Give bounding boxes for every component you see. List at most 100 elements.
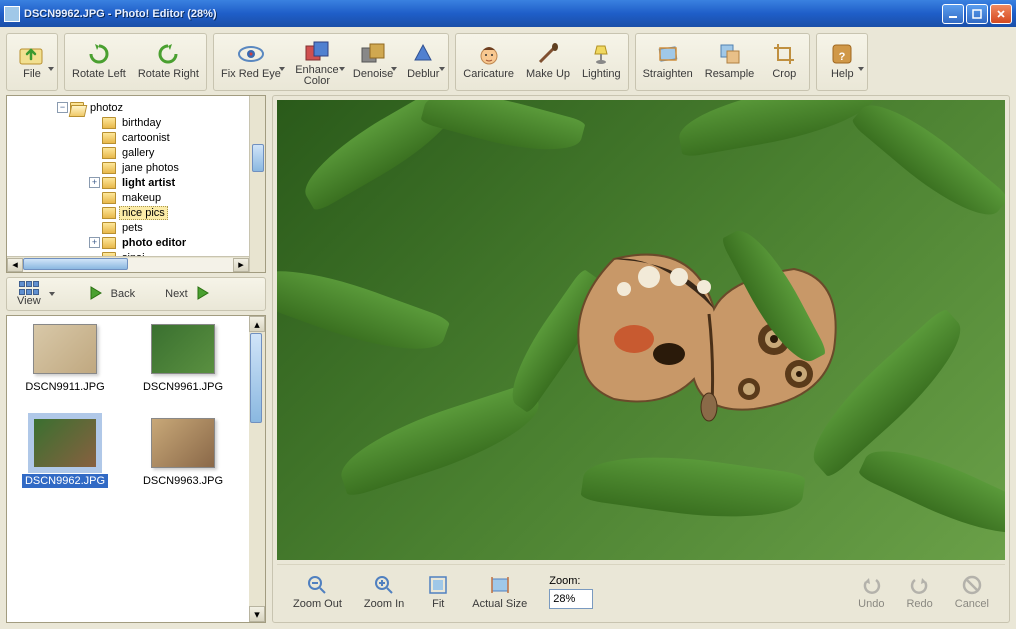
help-button[interactable]: ? Help — [818, 35, 866, 89]
tree-item-label: makeup — [119, 191, 164, 205]
next-label: Next — [165, 288, 188, 300]
tree-expand-icon[interactable]: + — [89, 177, 100, 188]
face-icon — [474, 39, 504, 69]
tree-expand-icon[interactable]: + — [89, 237, 100, 248]
tree-item[interactable]: birthday — [9, 115, 263, 130]
scroll-right-icon[interactable]: ▸ — [233, 258, 249, 272]
redo-button[interactable]: Redo — [900, 571, 938, 612]
folder-icon — [102, 177, 116, 189]
thumbnail-item[interactable]: DSCN9962.JPG — [15, 418, 115, 488]
folder-open-icon — [70, 102, 84, 114]
crop-icon — [769, 39, 799, 69]
thumbnail-nav-bar: View Back Next — [6, 277, 266, 311]
rotate-right-button[interactable]: Rotate Right — [132, 35, 205, 89]
tree-item[interactable]: +light artist — [9, 175, 263, 190]
thumbnail-name: DSCN9963.JPG — [140, 474, 226, 488]
thumbnails-scrollbar[interactable]: ▴ ▾ — [249, 316, 265, 622]
close-button[interactable] — [990, 4, 1012, 24]
tree-item[interactable]: pets — [9, 220, 263, 235]
folder-tree[interactable]: − photoz birthdaycartoonistgalleryjane p… — [6, 95, 266, 273]
app-icon — [4, 6, 20, 22]
make-up-button[interactable]: Make Up — [520, 35, 576, 89]
tree-item[interactable]: +photo editor — [9, 235, 263, 250]
tree-item[interactable]: jane photos — [9, 160, 263, 175]
folder-up-icon — [17, 39, 47, 69]
maximize-button[interactable] — [966, 4, 988, 24]
thumbnail-image — [151, 324, 215, 374]
folder-icon — [102, 237, 116, 249]
fit-button[interactable]: Fit — [420, 571, 456, 612]
zoom-out-button[interactable]: Zoom Out — [287, 571, 348, 612]
zoom-in-icon — [372, 573, 396, 597]
tree-item-label: jane photos — [119, 161, 182, 175]
tree-item[interactable]: nice pics — [9, 205, 263, 220]
rotate-left-icon — [84, 39, 114, 69]
actual-size-icon — [488, 573, 512, 597]
view-mode-button[interactable]: View — [13, 280, 45, 308]
undo-button[interactable]: Undo — [852, 571, 890, 612]
deblur-button[interactable]: Deblur — [399, 35, 447, 89]
tree-item[interactable]: gallery — [9, 145, 263, 160]
grid-icon — [19, 281, 39, 295]
actual-size-button[interactable]: Actual Size — [466, 571, 533, 612]
title-bar[interactable]: DSCN9962.JPG - Photo! Editor (28%) — [0, 0, 1016, 27]
caricature-button[interactable]: Caricature — [457, 35, 520, 89]
scroll-left-icon[interactable]: ◂ — [7, 258, 23, 272]
image-canvas-panel: Zoom Out Zoom In Fit Actual Size Zoom: — [272, 95, 1010, 623]
cancel-button[interactable]: Cancel — [949, 571, 995, 612]
dropdown-arrow-icon — [391, 67, 397, 71]
fix-red-eye-button[interactable]: Fix Red Eye — [215, 35, 287, 89]
thumbnail-name: DSCN9962.JPG — [22, 474, 108, 488]
back-button[interactable] — [85, 284, 105, 304]
zoom-input[interactable] — [549, 589, 593, 609]
main-toolbar: File Rotate Left Rotate Right Fix Red Ey… — [6, 33, 1010, 91]
tree-vertical-scrollbar[interactable] — [249, 96, 265, 272]
lighting-button[interactable]: Lighting — [576, 35, 627, 89]
thumbnail-image — [151, 418, 215, 468]
enhance-color-button[interactable]: Enhance Color — [287, 35, 347, 89]
dropdown-arrow-icon — [339, 67, 345, 71]
thumbnail-item[interactable]: DSCN9963.JPG — [133, 418, 233, 488]
tree-item-label: birthday — [119, 116, 164, 130]
scroll-up-icon[interactable]: ▴ — [249, 316, 265, 332]
thumbnail-image — [33, 324, 97, 374]
thumbnail-name: DSCN9961.JPG — [140, 380, 226, 394]
dropdown-arrow-icon[interactable] — [49, 292, 55, 296]
window-title: DSCN9962.JPG - Photo! Editor (28%) — [24, 8, 942, 20]
minimize-button[interactable] — [942, 4, 964, 24]
tree-item-label: nice pics — [119, 206, 168, 220]
tree-item-label: gallery — [119, 146, 157, 160]
zoom-toolbar: Zoom Out Zoom In Fit Actual Size Zoom: — [277, 564, 1005, 618]
next-button[interactable] — [194, 284, 214, 304]
svg-text:?: ? — [839, 51, 846, 63]
crop-button[interactable]: Crop — [760, 35, 808, 89]
tree-collapse-icon[interactable]: − — [57, 102, 68, 113]
thumbnail-image — [33, 418, 97, 468]
rotate-right-icon — [153, 39, 183, 69]
tree-expand-icon — [89, 147, 100, 158]
deblur-icon — [408, 39, 438, 69]
straighten-button[interactable]: Straighten — [637, 35, 699, 89]
tree-expand-icon — [89, 132, 100, 143]
rotate-left-button[interactable]: Rotate Left — [66, 35, 132, 89]
help-icon: ? — [827, 39, 857, 69]
dropdown-arrow-icon — [48, 67, 54, 71]
scroll-down-icon[interactable]: ▾ — [249, 606, 265, 622]
zoom-label: Zoom: — [549, 575, 580, 587]
resample-button[interactable]: Resample — [699, 35, 761, 89]
thumbnail-item[interactable]: DSCN9961.JPG — [133, 324, 233, 394]
denoise-button[interactable]: Denoise — [347, 35, 399, 89]
file-button[interactable]: File — [8, 35, 56, 89]
dropdown-arrow-icon — [439, 67, 445, 71]
tree-item[interactable]: makeup — [9, 190, 263, 205]
image-view[interactable] — [277, 100, 1005, 560]
tree-expand-icon — [89, 222, 100, 233]
tree-horizontal-scrollbar[interactable]: ◂ ▸ — [7, 256, 249, 272]
zoom-in-button[interactable]: Zoom In — [358, 571, 410, 612]
resample-icon — [715, 39, 745, 69]
folder-icon — [102, 147, 116, 159]
thumbnails-panel: DSCN9911.JPG DSCN9961.JPG DSCN9962.JPG DSCN… — [6, 315, 266, 623]
tree-item[interactable]: − photoz — [9, 100, 263, 115]
tree-item[interactable]: cartoonist — [9, 130, 263, 145]
thumbnail-item[interactable]: DSCN9911.JPG — [15, 324, 115, 394]
